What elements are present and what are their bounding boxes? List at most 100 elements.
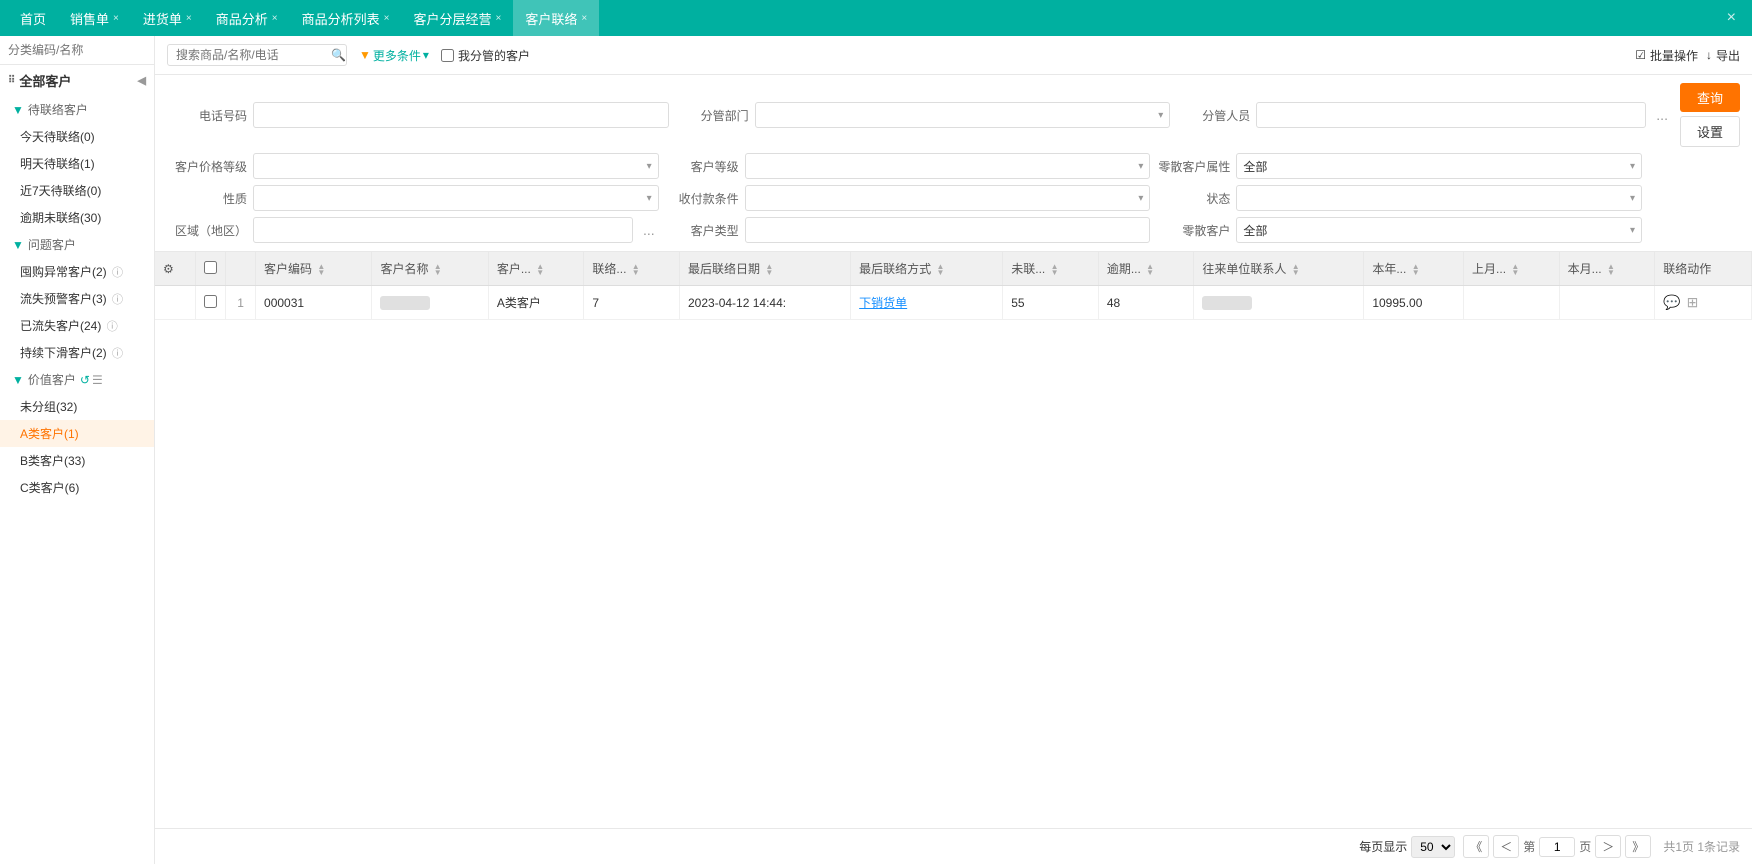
window-close-button[interactable]: × bbox=[1719, 9, 1744, 27]
info-icon-abnormal[interactable]: ⓘ bbox=[112, 267, 123, 279]
grid-action-icon[interactable]: ⊞ bbox=[1687, 294, 1699, 311]
nav-home[interactable]: 首页 bbox=[8, 0, 58, 36]
filter-dept-select[interactable]: ▾ bbox=[755, 102, 1171, 128]
sidebar-group-pending[interactable]: ▼ 待联络客户 bbox=[0, 96, 154, 123]
content-area: 🔍 ▼ 更多条件 ▾ 我分管的客户 ☑ 批量操作 ↓ 导出 bbox=[155, 36, 1752, 864]
payment-arrow: ▾ bbox=[1138, 193, 1143, 204]
close-purchase-tab[interactable]: × bbox=[186, 13, 192, 24]
sort-no-contact[interactable]: ▲▼ bbox=[1051, 264, 1059, 276]
filter-status-select[interactable]: ▾ bbox=[1236, 185, 1642, 211]
sidebar-item-class-c[interactable]: C类客户(6) bbox=[0, 474, 154, 501]
close-contact-tab[interactable]: × bbox=[581, 13, 587, 24]
filter-search-input[interactable] bbox=[176, 48, 331, 62]
filter-region-input[interactable] bbox=[253, 217, 633, 243]
sort-name[interactable]: ▲▼ bbox=[434, 264, 442, 276]
th-overdue: 逾期... ▲▼ bbox=[1098, 252, 1194, 286]
sidebar-group-problem[interactable]: ▼ 问题客户 bbox=[0, 231, 154, 258]
th-gear[interactable]: ⚙ bbox=[155, 252, 196, 286]
filter-manager-label: 分管人员 bbox=[1170, 107, 1250, 124]
filter-price-grade-select[interactable]: ▾ bbox=[253, 153, 659, 179]
filter-region-dots[interactable]: ... bbox=[639, 222, 659, 238]
filter-scatter-attr-select[interactable]: 全部 ▾ bbox=[1236, 153, 1642, 179]
total-records-label: 共1页 1条记录 bbox=[1663, 838, 1740, 855]
sort-overdue[interactable]: ▲▼ bbox=[1146, 264, 1154, 276]
sidebar-item-7days[interactable]: 近7天待联络(0) bbox=[0, 177, 154, 204]
next-page-btn[interactable]: ＞ bbox=[1595, 835, 1621, 858]
nav-sales[interactable]: 销售单 × bbox=[58, 0, 131, 36]
my-customers-checkbox-input[interactable] bbox=[441, 49, 454, 62]
nav-product-analysis[interactable]: 商品分析 × bbox=[204, 0, 290, 36]
sort-last-date[interactable]: ▲▼ bbox=[765, 264, 773, 276]
sidebar-arrow-pending: ▼ bbox=[12, 103, 24, 117]
sort-this-month[interactable]: ▲▼ bbox=[1607, 264, 1615, 276]
sidebar-item-abnormal[interactable]: 囤购异常客户(2) ⓘ bbox=[0, 258, 154, 285]
filter-price-grade: 客户价格等级 ▾ bbox=[167, 153, 659, 179]
sidebar-item-churn-warning[interactable]: 流失预警客户(3) ⓘ bbox=[0, 285, 154, 312]
sidebar-item-declining[interactable]: 持续下滑客户(2) ⓘ bbox=[0, 339, 154, 366]
filter-status: 状态 ▾ bbox=[1150, 185, 1642, 211]
per-page-label: 每页显示 bbox=[1359, 838, 1407, 855]
per-page-select[interactable]: 50 bbox=[1411, 836, 1455, 858]
query-button[interactable]: 查询 bbox=[1680, 83, 1740, 112]
my-customers-checkbox[interactable]: 我分管的客户 bbox=[441, 47, 530, 64]
sidebar-item-unclassified[interactable]: 未分组(32) bbox=[0, 393, 154, 420]
chat-action-icon[interactable]: 💬 bbox=[1663, 294, 1680, 311]
first-page-btn[interactable]: 《 bbox=[1463, 835, 1489, 858]
sidebar-item-overdue[interactable]: 逾期未联络(30) bbox=[0, 204, 154, 231]
sidebar-item-tomorrow[interactable]: 明天待联络(1) bbox=[0, 150, 154, 177]
filter-customer-grade-select[interactable]: ▾ bbox=[745, 153, 1151, 179]
batch-op-btn[interactable]: ☑ 批量操作 bbox=[1635, 47, 1698, 64]
close-product-list-tab[interactable]: × bbox=[384, 13, 390, 24]
th-last-month: 上月... ▲▼ bbox=[1464, 252, 1560, 286]
table-body: 1 000031 Ea A类客户 7 2023-04-12 14:44: 下销货… bbox=[155, 286, 1752, 320]
sidebar-item-churned[interactable]: 已流失客户(24) ⓘ bbox=[0, 312, 154, 339]
sidebar-refresh-icon[interactable]: ↺ bbox=[80, 373, 90, 387]
filter-phone-input[interactable] bbox=[253, 102, 669, 128]
row-checkbox[interactable] bbox=[204, 295, 217, 308]
sidebar-item-today[interactable]: 今天待联络(0) bbox=[0, 123, 154, 150]
sidebar-search-area: 🔍 bbox=[0, 36, 154, 65]
close-segmentation-tab[interactable]: × bbox=[495, 13, 501, 24]
sort-unit-contact[interactable]: ▲▼ bbox=[1292, 264, 1300, 276]
sidebar-item-class-a[interactable]: A类客户(1) bbox=[0, 420, 154, 447]
sidebar-search-input[interactable] bbox=[8, 43, 155, 57]
sort-last-way[interactable]: ▲▼ bbox=[937, 264, 945, 276]
nav-product-analysis-list[interactable]: 商品分析列表 × bbox=[290, 0, 402, 36]
nav-purchase[interactable]: 进货单 × bbox=[131, 0, 204, 36]
filter-manager-select[interactable] bbox=[1256, 102, 1646, 128]
sort-last-month[interactable]: ▲▼ bbox=[1511, 264, 1519, 276]
filter-scatter-customer-select[interactable]: 全部 ▾ bbox=[1236, 217, 1642, 243]
filter-nature-select[interactable]: ▾ bbox=[253, 185, 659, 211]
prev-page-btn[interactable]: ＜ bbox=[1493, 835, 1519, 858]
close-product-analysis-tab[interactable]: × bbox=[272, 13, 278, 24]
filter-search-icon[interactable]: 🔍 bbox=[331, 48, 346, 62]
sort-code[interactable]: ▲▼ bbox=[317, 264, 325, 276]
more-filters-btn[interactable]: ▼ 更多条件 ▾ bbox=[359, 47, 429, 64]
sidebar-item-class-b[interactable]: B类客户(33) bbox=[0, 447, 154, 474]
last-way-link[interactable]: 下销货单 bbox=[859, 296, 907, 310]
sidebar-settings-icon[interactable]: ☰ bbox=[92, 373, 103, 387]
info-icon-declining[interactable]: ⓘ bbox=[112, 348, 123, 360]
filter-payment-label: 收付款条件 bbox=[659, 190, 739, 207]
info-icon-churned[interactable]: ⓘ bbox=[107, 321, 118, 333]
page-number-input[interactable] bbox=[1539, 837, 1575, 857]
sidebar-group-value[interactable]: ▼ 价值客户 ↺ ☰ bbox=[0, 366, 154, 393]
sidebar-collapse-icon[interactable]: ◀ bbox=[138, 74, 146, 87]
last-page-btn[interactable]: 》 bbox=[1625, 835, 1651, 858]
sidebar-all-customers[interactable]: ⠿ 全部客户 ◀ bbox=[0, 65, 154, 96]
filter-customer-type-select[interactable] bbox=[745, 217, 1151, 243]
close-sales-tab[interactable]: × bbox=[113, 13, 119, 24]
filter-row-2: 客户价格等级 ▾ 客户等级 ▾ 零散客户属性 全部 bbox=[167, 153, 1740, 179]
select-all-checkbox[interactable] bbox=[204, 261, 217, 274]
export-btn[interactable]: ↓ 导出 bbox=[1706, 47, 1740, 64]
th-index bbox=[226, 252, 256, 286]
settings-button[interactable]: 设置 bbox=[1680, 116, 1740, 147]
info-icon-churn-warning[interactable]: ⓘ bbox=[112, 294, 123, 306]
nav-customer-contact[interactable]: 客户联络 × bbox=[513, 0, 599, 36]
sort-this-year[interactable]: ▲▼ bbox=[1412, 264, 1420, 276]
filter-payment-select[interactable]: ▾ bbox=[745, 185, 1151, 211]
sort-type[interactable]: ▲▼ bbox=[536, 264, 544, 276]
nav-customer-segmentation[interactable]: 客户分层经营 × bbox=[401, 0, 513, 36]
filter-manager-dots[interactable]: ... bbox=[1652, 107, 1672, 123]
sort-contact[interactable]: ▲▼ bbox=[632, 264, 640, 276]
